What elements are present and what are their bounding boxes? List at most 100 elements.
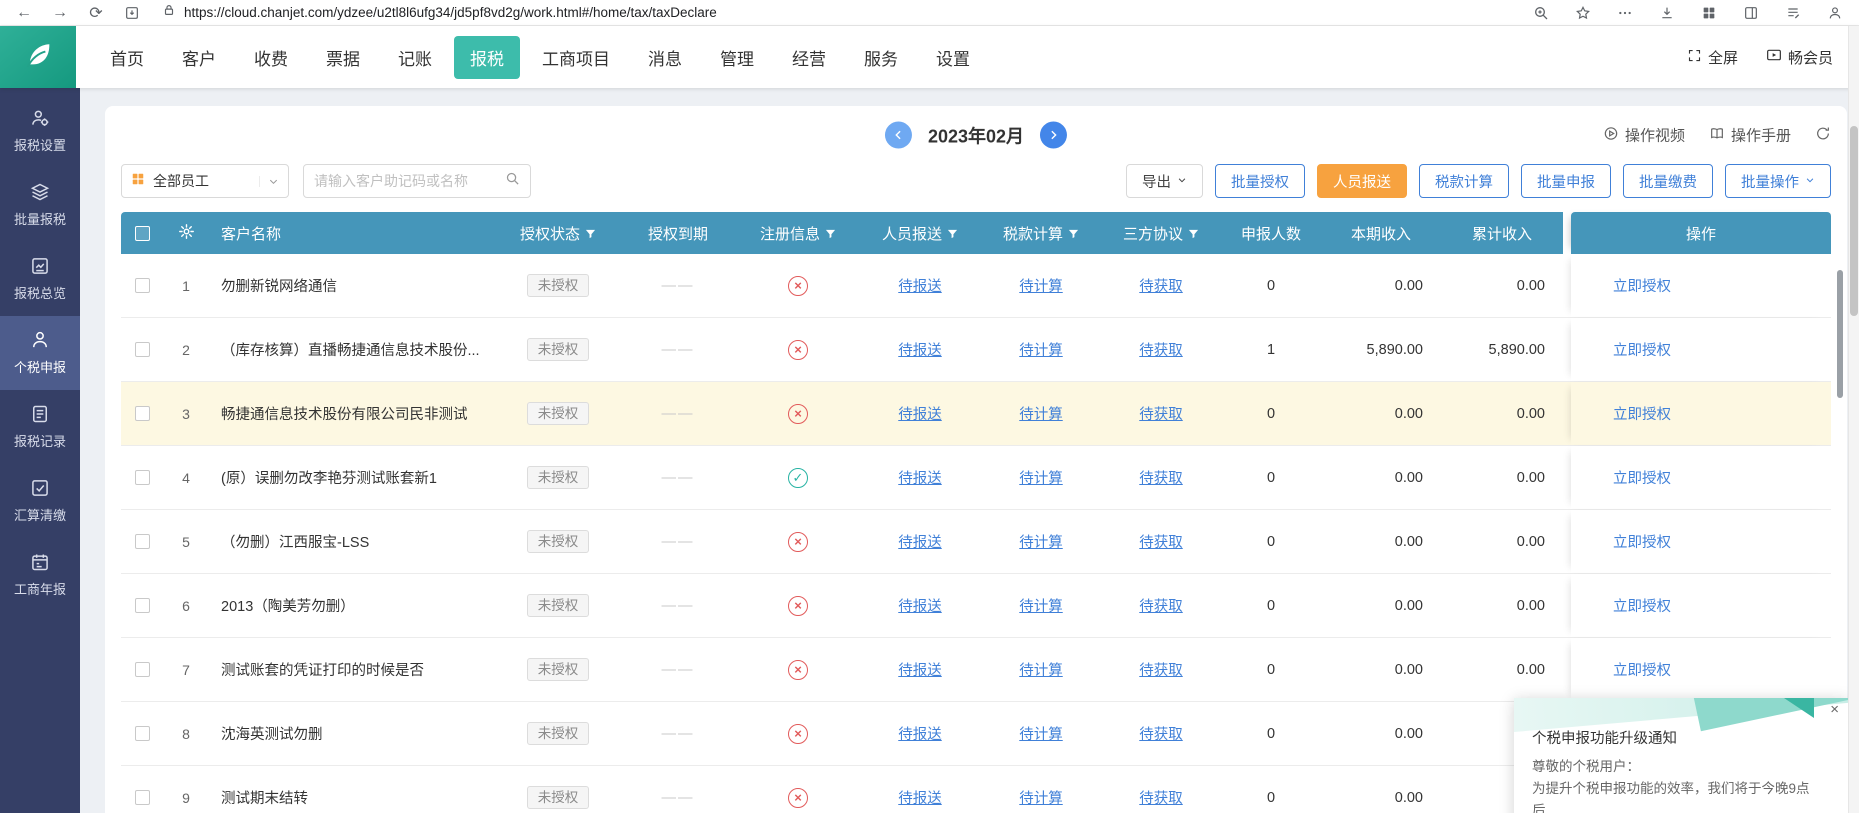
- agreement-link[interactable]: 待获取: [1139, 403, 1183, 424]
- table-scrollbar[interactable]: [1837, 270, 1843, 398]
- operation-video-link[interactable]: 操作视频: [1603, 125, 1685, 146]
- authorize-now-link[interactable]: 立即授权: [1613, 595, 1671, 616]
- agreement-link[interactable]: 待获取: [1139, 723, 1183, 744]
- batch-ops-button[interactable]: 批量操作: [1725, 164, 1831, 198]
- authorize-now-link[interactable]: 立即授权: [1613, 531, 1671, 552]
- person-submit-link[interactable]: 待报送: [898, 403, 942, 424]
- select-all-checkbox[interactable]: [121, 212, 163, 254]
- tax-calc-link[interactable]: 待计算: [1019, 339, 1063, 360]
- filter-funnel-icon[interactable]: [947, 228, 958, 239]
- customer-search-input[interactable]: [314, 173, 499, 189]
- sidebar-item-tax-overview[interactable]: 报税总览: [0, 242, 80, 316]
- agreement-link[interactable]: 待获取: [1139, 467, 1183, 488]
- batch-declare-button[interactable]: 批量申报: [1521, 164, 1611, 198]
- topnav-item-operation[interactable]: 经营: [776, 36, 842, 79]
- tax-calc-link[interactable]: 待计算: [1019, 275, 1063, 296]
- topnav-item-settings[interactable]: 设置: [920, 36, 986, 79]
- agreement-link[interactable]: 待获取: [1139, 787, 1183, 808]
- forward-icon[interactable]: →: [50, 3, 70, 23]
- next-month-button[interactable]: [1040, 121, 1068, 149]
- authorize-now-link[interactable]: 立即授权: [1613, 339, 1671, 360]
- sidebar-item-tax-records[interactable]: 报税记录: [0, 390, 80, 464]
- back-icon[interactable]: ←: [14, 3, 34, 23]
- person-submit-link[interactable]: 待报送: [898, 659, 942, 680]
- row-checkbox[interactable]: [121, 446, 163, 509]
- row-checkbox[interactable]: [121, 702, 163, 765]
- person-submit-link[interactable]: 待报送: [898, 467, 942, 488]
- batch-authorize-button[interactable]: 批量授权: [1215, 164, 1305, 198]
- topnav-item-messages[interactable]: 消息: [632, 36, 698, 79]
- person-submit-link[interactable]: 待报送: [898, 275, 942, 296]
- authorize-now-link[interactable]: 立即授权: [1613, 275, 1671, 296]
- topnav-item-management[interactable]: 管理: [704, 36, 770, 79]
- filter-funnel-icon[interactable]: [585, 228, 596, 239]
- fullscreen-button[interactable]: 全屏: [1687, 47, 1738, 68]
- tax-calc-link[interactable]: 待计算: [1019, 467, 1063, 488]
- row-checkbox[interactable]: [121, 382, 163, 445]
- authorize-now-link[interactable]: 立即授权: [1613, 467, 1671, 488]
- topnav-item-customers[interactable]: 客户: [166, 36, 232, 79]
- column-header-auth_status[interactable]: 授权状态: [497, 212, 619, 254]
- topnav-item-home[interactable]: 首页: [94, 36, 160, 79]
- sidebar-item-personal-tax[interactable]: 个税申报: [0, 316, 80, 390]
- close-icon[interactable]: ×: [1830, 701, 1839, 718]
- more-icon[interactable]: [1615, 3, 1635, 23]
- sidebar-item-annual-report[interactable]: 工商年报: [0, 538, 80, 612]
- topnav-item-invoices[interactable]: 票据: [310, 36, 376, 79]
- column-header-agreement[interactable]: 三方协议: [1101, 212, 1221, 254]
- topnav-item-business-projects[interactable]: 工商项目: [526, 36, 626, 79]
- column-header-tax_calc[interactable]: 税款计算: [981, 212, 1101, 254]
- authorize-now-link[interactable]: 立即授权: [1613, 659, 1671, 680]
- agreement-link[interactable]: 待获取: [1139, 531, 1183, 552]
- sidebar-item-batch-tax[interactable]: 批量报税: [0, 168, 80, 242]
- sidebar-item-final-settlement[interactable]: 汇算清缴: [0, 464, 80, 538]
- tax-calc-link[interactable]: 待计算: [1019, 659, 1063, 680]
- employee-filter-select[interactable]: 全部员工: [121, 164, 289, 198]
- person-submit-link[interactable]: 待报送: [898, 339, 942, 360]
- column-header-person_submit[interactable]: 人员报送: [859, 212, 981, 254]
- apps-grid-icon[interactable]: [1699, 3, 1719, 23]
- row-checkbox[interactable]: [121, 638, 163, 701]
- filter-funnel-icon[interactable]: [1188, 228, 1199, 239]
- row-checkbox[interactable]: [121, 766, 163, 813]
- address-bar[interactable]: https://cloud.chanjet.com/ydzee/u2tl8l6u…: [162, 3, 1515, 22]
- row-checkbox[interactable]: [121, 510, 163, 573]
- member-button[interactable]: 畅会员: [1766, 47, 1833, 68]
- reload-icon[interactable]: ⟳: [86, 3, 106, 23]
- previous-month-button[interactable]: [884, 121, 912, 149]
- column-header-reg_info[interactable]: 注册信息: [737, 212, 859, 254]
- authorize-now-link[interactable]: 立即授权: [1613, 403, 1671, 424]
- row-checkbox[interactable]: [121, 574, 163, 637]
- zoom-icon[interactable]: [1531, 3, 1551, 23]
- reading-list-icon[interactable]: [1741, 3, 1761, 23]
- row-checkbox[interactable]: [121, 254, 163, 317]
- row-checkbox[interactable]: [121, 318, 163, 381]
- person-submit-link[interactable]: 待报送: [898, 595, 942, 616]
- agreement-link[interactable]: 待获取: [1139, 275, 1183, 296]
- operation-manual-link[interactable]: 操作手册: [1709, 125, 1791, 146]
- agreement-link[interactable]: 待获取: [1139, 339, 1183, 360]
- topnav-item-tax[interactable]: 报税: [454, 35, 520, 79]
- person-submit-link[interactable]: 待报送: [898, 787, 942, 808]
- search-icon[interactable]: [505, 171, 520, 191]
- download-icon[interactable]: [1657, 3, 1677, 23]
- person-submit-link[interactable]: 待报送: [898, 723, 942, 744]
- favorites-star-icon[interactable]: [1573, 3, 1593, 23]
- tax-calc-button[interactable]: 税款计算: [1419, 164, 1509, 198]
- scrollbar-thumb[interactable]: [1850, 126, 1858, 316]
- filter-funnel-icon[interactable]: [825, 228, 836, 239]
- table-settings-button[interactable]: [163, 212, 209, 254]
- profile-icon[interactable]: [1825, 3, 1845, 23]
- batch-pay-button[interactable]: 批量缴费: [1623, 164, 1713, 198]
- refresh-button[interactable]: [1815, 125, 1831, 145]
- app-logo[interactable]: [0, 26, 76, 88]
- tax-calc-link[interactable]: 待计算: [1019, 531, 1063, 552]
- person-submit-link[interactable]: 待报送: [898, 531, 942, 552]
- person-submit-button[interactable]: 人员报送: [1317, 164, 1407, 198]
- filter-funnel-icon[interactable]: [1068, 228, 1079, 239]
- notes-icon[interactable]: [1783, 3, 1803, 23]
- tax-calc-link[interactable]: 待计算: [1019, 787, 1063, 808]
- export-button[interactable]: 导出: [1126, 164, 1203, 198]
- topnav-item-bookkeeping[interactable]: 记账: [382, 36, 448, 79]
- tax-calc-link[interactable]: 待计算: [1019, 595, 1063, 616]
